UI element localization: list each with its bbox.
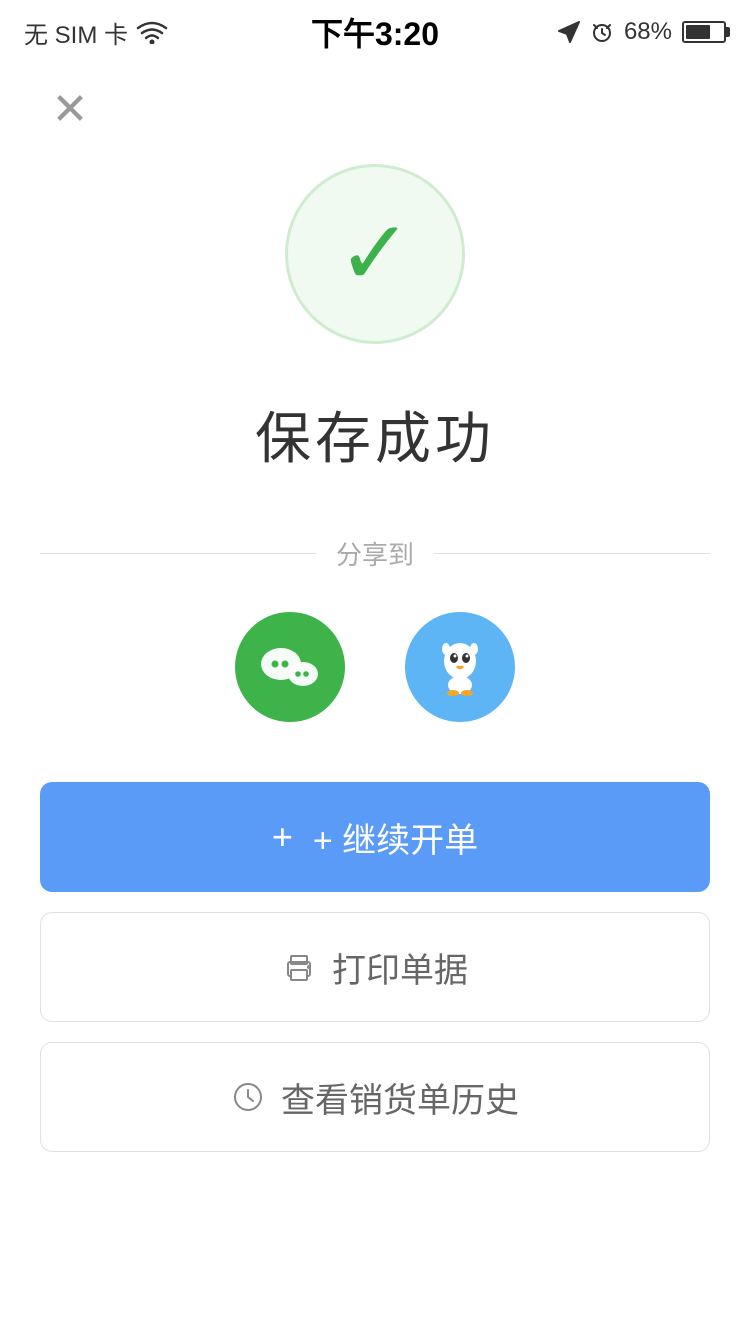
- close-button[interactable]: ✕: [40, 80, 100, 140]
- print-label: 打印单据: [332, 943, 468, 992]
- history-button[interactable]: 查看销货单历史: [40, 1042, 710, 1152]
- clock-icon: [231, 1080, 265, 1114]
- wifi-icon: [136, 20, 168, 44]
- location-icon: [558, 21, 580, 43]
- history-label: 查看销货单历史: [281, 1073, 519, 1122]
- action-buttons: + + 继续开单 打印单据 查看销货单历史: [0, 782, 750, 1152]
- main-content: ✓ 保存成功 分享到: [0, 64, 750, 1152]
- divider-left: [40, 553, 316, 554]
- qq-share-button[interactable]: [405, 612, 515, 722]
- status-bar: 无 SIM 卡 下午3:20 68%: [0, 0, 750, 64]
- printer-icon: [282, 950, 316, 984]
- qq-icon: [428, 635, 492, 699]
- wechat-share-button[interactable]: [235, 612, 345, 722]
- plus-icon: +: [272, 816, 293, 858]
- checkmark-icon: ✓: [337, 209, 412, 299]
- continue-order-label: + 继续开单: [313, 813, 478, 862]
- share-icons-row: [40, 612, 710, 722]
- status-right: 68%: [558, 18, 726, 46]
- alarm-icon: [590, 20, 614, 44]
- print-button[interactable]: 打印单据: [40, 912, 710, 1022]
- battery-icon: [682, 21, 726, 43]
- status-time: 下午3:20: [311, 9, 439, 55]
- close-icon: ✕: [52, 88, 89, 132]
- time-display: 下午3:20: [311, 16, 439, 52]
- success-title: 保存成功: [255, 394, 495, 475]
- share-label: 分享到: [336, 535, 414, 572]
- success-icon-circle: ✓: [285, 164, 465, 344]
- share-section: 分享到: [0, 535, 750, 722]
- status-left: 无 SIM 卡: [24, 15, 168, 50]
- divider-right: [434, 553, 710, 554]
- sim-label: 无 SIM 卡: [24, 15, 128, 50]
- battery-percent: 68%: [624, 18, 672, 46]
- wechat-icon: [255, 632, 325, 702]
- continue-order-button[interactable]: + + 继续开单: [40, 782, 710, 892]
- share-divider: 分享到: [40, 535, 710, 572]
